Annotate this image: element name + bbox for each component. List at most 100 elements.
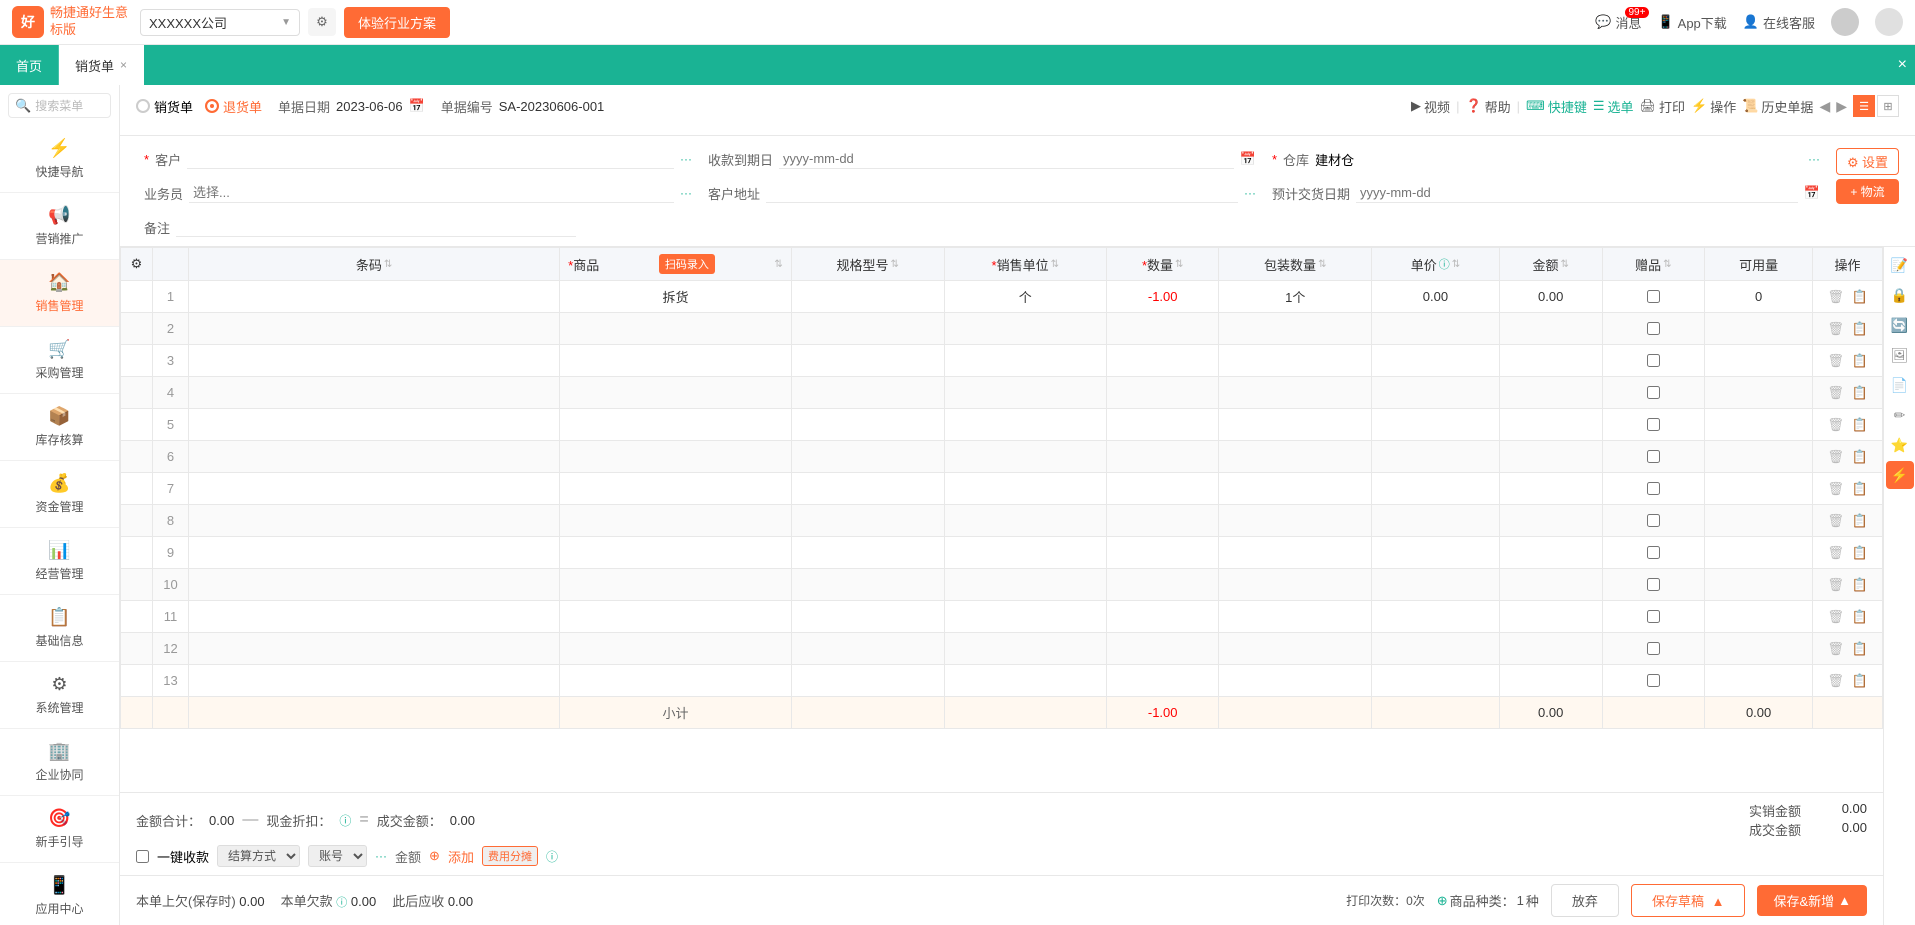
th-gear[interactable]: ⚙: [121, 248, 153, 281]
row-barcode-cell[interactable]: [189, 473, 560, 505]
row-amount-cell[interactable]: [1499, 313, 1602, 345]
delivery-date-calendar-icon[interactable]: 📅: [1804, 185, 1820, 201]
add-fee-icon[interactable]: ⊕: [429, 848, 440, 864]
row-unit-price-cell[interactable]: [1372, 569, 1500, 601]
row-unit-cell[interactable]: [944, 505, 1106, 537]
row-gift-cell[interactable]: [1602, 345, 1705, 377]
row-unit-price-cell[interactable]: [1372, 409, 1500, 441]
row-spec-cell[interactable]: [791, 473, 944, 505]
warehouse-more-icon[interactable]: ···: [1808, 152, 1820, 166]
row-spec-cell[interactable]: [791, 569, 944, 601]
salesperson-input[interactable]: [189, 183, 674, 203]
sidebar-item-enterprise[interactable]: 🏢 企业协同: [0, 729, 119, 796]
row-gift-cell[interactable]: [1602, 505, 1705, 537]
one-click-pay-checkbox[interactable]: [136, 850, 149, 863]
row-unit-cell[interactable]: [944, 665, 1106, 697]
row-barcode-cell[interactable]: [189, 409, 560, 441]
sidebar-item-quick-nav[interactable]: ⚡ 快捷导航: [0, 126, 119, 193]
customer-more-icon[interactable]: ···: [680, 152, 692, 166]
row-quantity-cell[interactable]: [1106, 537, 1218, 569]
row-spec-cell[interactable]: [791, 537, 944, 569]
row-copy-icon[interactable]: 📋: [1851, 449, 1867, 464]
search-menu-button[interactable]: 🔍 搜索菜单: [8, 93, 111, 118]
row-gift-cell[interactable]: [1602, 409, 1705, 441]
row-product-cell[interactable]: [560, 313, 792, 345]
row-unit-price-cell[interactable]: 0.00: [1372, 281, 1500, 313]
scan-button[interactable]: 扫码录入: [659, 254, 715, 274]
row-copy-icon[interactable]: 📋: [1851, 385, 1867, 400]
row-unit-price-cell[interactable]: [1372, 601, 1500, 633]
row-unit-cell[interactable]: [944, 409, 1106, 441]
tab-sale-order[interactable]: 销货单 ×: [59, 45, 144, 85]
row-amount-cell[interactable]: [1499, 537, 1602, 569]
tab-close-icon[interactable]: ×: [120, 58, 127, 72]
row-gift-cell[interactable]: [1602, 313, 1705, 345]
sidebar-item-marketing[interactable]: 📢 营销推广: [0, 193, 119, 260]
row-spec-cell[interactable]: [791, 313, 944, 345]
row-barcode-cell[interactable]: [189, 441, 560, 473]
row-quantity-cell[interactable]: [1106, 313, 1218, 345]
row-pack-qty-cell[interactable]: [1219, 633, 1372, 665]
payment-date-calendar-icon[interactable]: 📅: [1240, 151, 1256, 167]
row-product-cell[interactable]: [560, 409, 792, 441]
row-amount-cell[interactable]: [1499, 409, 1602, 441]
row-pack-qty-cell[interactable]: [1219, 409, 1372, 441]
company-selector[interactable]: XXXXXX公司 ▼: [140, 9, 300, 36]
row-delete-icon[interactable]: 🗑: [1827, 513, 1844, 528]
row-quantity-cell[interactable]: [1106, 345, 1218, 377]
row-product-cell[interactable]: 拆货: [560, 281, 792, 313]
online-service-button[interactable]: 👤 在线客服: [1743, 13, 1815, 32]
print-button[interactable]: 🖨 打印: [1640, 97, 1686, 116]
row-unit-cell[interactable]: [944, 633, 1106, 665]
row-amount-cell[interactable]: 0.00: [1499, 281, 1602, 313]
row-quantity-cell[interactable]: [1106, 665, 1218, 697]
message-button[interactable]: 💬 消息 99+: [1595, 13, 1641, 32]
trial-button[interactable]: 体验行业方案: [344, 7, 450, 38]
row-barcode-cell[interactable]: [189, 601, 560, 633]
row-quantity-cell[interactable]: -1.00: [1106, 281, 1218, 313]
row-product-cell[interactable]: [560, 633, 792, 665]
account-select[interactable]: 账号: [308, 845, 367, 867]
logistics-button[interactable]: + 物流: [1836, 179, 1899, 204]
settings-gear-icon[interactable]: ⚙: [308, 8, 336, 36]
row-delete-icon[interactable]: 🗑: [1827, 449, 1844, 464]
right-panel-rotate-icon[interactable]: 🔄: [1886, 311, 1914, 339]
row-unit-cell[interactable]: [944, 601, 1106, 633]
right-panel-action-icon[interactable]: ⚡: [1886, 461, 1914, 489]
row-gift-cell[interactable]: [1602, 665, 1705, 697]
discard-button[interactable]: 放弃: [1551, 884, 1619, 917]
row-product-cell[interactable]: [560, 569, 792, 601]
row-product-cell[interactable]: [560, 665, 792, 697]
settings-button[interactable]: ⚙ 设置: [1836, 148, 1899, 175]
row-barcode-cell[interactable]: [189, 537, 560, 569]
row-product-cell[interactable]: [560, 537, 792, 569]
right-panel-star-icon[interactable]: ⭐: [1886, 431, 1914, 459]
sidebar-item-finance[interactable]: 💰 资金管理: [0, 461, 119, 528]
row-pack-qty-cell[interactable]: [1219, 537, 1372, 569]
row-pack-qty-cell[interactable]: 1个: [1219, 281, 1372, 313]
row-unit-cell[interactable]: 个: [944, 281, 1106, 313]
right-panel-image-icon[interactable]: 🖼: [1886, 341, 1914, 369]
settlement-method-select[interactable]: 结算方式: [217, 845, 300, 867]
save-new-button[interactable]: 保存&新增 ▲: [1757, 885, 1867, 916]
row-amount-cell[interactable]: [1499, 569, 1602, 601]
delivery-date-input[interactable]: [1356, 183, 1798, 203]
row-unit-cell[interactable]: [944, 569, 1106, 601]
radio-return-order[interactable]: 退货单: [205, 97, 262, 116]
right-panel-note-icon[interactable]: 📝: [1886, 251, 1914, 279]
row-amount-cell[interactable]: [1499, 377, 1602, 409]
customer-input[interactable]: [187, 149, 674, 169]
save-draft-dropdown-icon[interactable]: ▲: [1712, 894, 1725, 909]
radio-sale-order[interactable]: 销货单: [136, 97, 193, 116]
row-pack-qty-cell[interactable]: [1219, 313, 1372, 345]
account-more-icon[interactable]: ···: [375, 849, 387, 863]
row-delete-icon[interactable]: 🗑: [1827, 321, 1844, 336]
row-barcode-cell[interactable]: [189, 505, 560, 537]
list-view-btn[interactable]: ☰: [1853, 95, 1875, 117]
row-unit-cell[interactable]: [944, 441, 1106, 473]
row-unit-cell[interactable]: [944, 345, 1106, 377]
help-button[interactable]: ❓ 帮助: [1465, 97, 1510, 116]
save-new-dropdown-icon[interactable]: ▲: [1838, 893, 1851, 908]
row-spec-cell[interactable]: [791, 377, 944, 409]
row-gift-cell[interactable]: [1602, 473, 1705, 505]
